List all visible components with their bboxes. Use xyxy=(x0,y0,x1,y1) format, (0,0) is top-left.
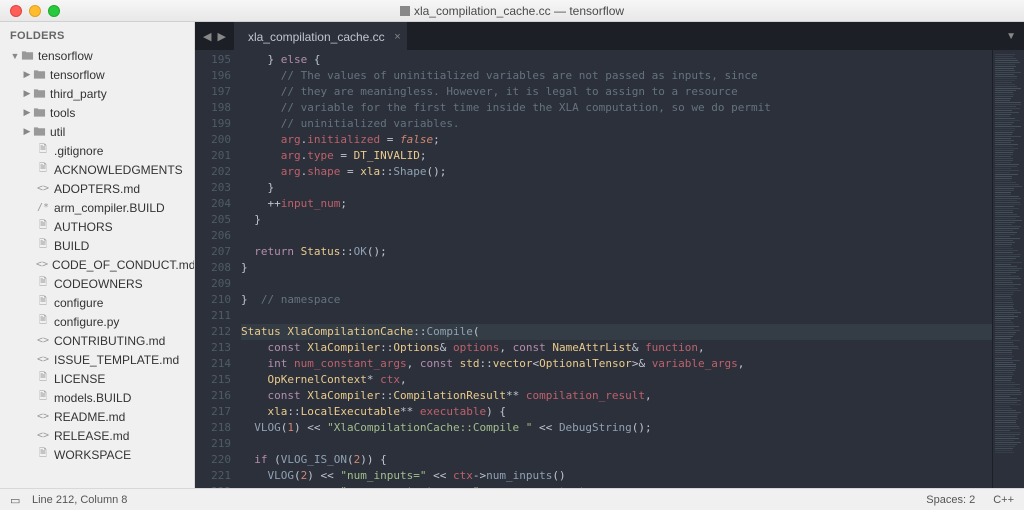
sidebar-file[interactable]: <> CONTRIBUTING.md xyxy=(0,331,194,350)
sidebar-file[interactable]: 🗎 LICENSE xyxy=(0,369,194,388)
sidebar-folder[interactable]: ▶ tensorflow xyxy=(0,65,194,84)
indent-setting[interactable]: Spaces: 2 xyxy=(926,494,975,506)
file-label: RELEASE.md xyxy=(54,429,129,443)
sidebar-file[interactable]: 🗎 ACKNOWLEDGMENTS xyxy=(0,160,194,179)
file-icon: 🗎 xyxy=(36,449,50,461)
file-label: models.BUILD xyxy=(54,391,131,405)
sidebar-folder[interactable]: ▶ third_party xyxy=(0,84,194,103)
file-label: ADOPTERS.md xyxy=(54,182,140,196)
folder-icon xyxy=(32,88,46,100)
sidebar-file[interactable]: 🗎 .gitignore xyxy=(0,141,194,160)
sidebar-file[interactable]: 🗎 configure.py xyxy=(0,312,194,331)
file-icon: 🗎 xyxy=(36,373,50,385)
sidebar-file[interactable]: 🗎 configure xyxy=(0,293,194,312)
file-icon: 🗎 xyxy=(36,240,50,252)
file-icon: <> xyxy=(36,411,50,423)
file-icon: <> xyxy=(36,259,48,271)
file-label: BUILD xyxy=(54,239,89,253)
folder-label: tensorflow xyxy=(50,68,105,82)
file-icon: 🗎 xyxy=(36,297,50,309)
statusbar: ▭ Line 212, Column 8 Spaces: 2 C++ xyxy=(0,488,1024,510)
sidebar-file[interactable]: 🗎 AUTHORS xyxy=(0,217,194,236)
file-label: README.md xyxy=(54,410,125,424)
tab-nav-fwd[interactable]: ▶ xyxy=(215,30,227,43)
chevron-right-icon: ▶ xyxy=(22,126,32,137)
folder-icon xyxy=(32,126,46,138)
file-label: CONTRIBUTING.md xyxy=(54,334,165,348)
close-icon[interactable]: × xyxy=(394,31,400,43)
window-title-text: xla_compilation_cache.cc — tensorflow xyxy=(414,4,624,18)
window-title: xla_compilation_cache.cc — tensorflow xyxy=(0,4,1024,18)
minimap[interactable] xyxy=(992,50,1024,488)
tab-nav: ◀ ▶ xyxy=(195,22,234,50)
sidebar-file[interactable]: 🗎 CODEOWNERS xyxy=(0,274,194,293)
chevron-down-icon: ▼ xyxy=(10,51,20,61)
sidebar-file[interactable]: <> CODE_OF_CONDUCT.md xyxy=(0,255,194,274)
file-icon: 🗎 xyxy=(36,145,50,157)
sidebar-file[interactable]: <> README.md xyxy=(0,407,194,426)
file-label: WORKSPACE xyxy=(54,448,131,462)
sidebar-root[interactable]: ▼ tensorflow xyxy=(0,46,194,65)
panel-icon[interactable]: ▭ xyxy=(10,494,24,506)
editor: ◀ ▶ xla_compilation_cache.cc × ▼ 1951961… xyxy=(195,22,1024,488)
file-icon: 🗎 xyxy=(36,278,50,290)
sidebar-file[interactable]: 🗎 BUILD xyxy=(0,236,194,255)
folder-label: tensorflow xyxy=(38,49,93,63)
folders-header: FOLDERS xyxy=(0,26,194,46)
chevron-right-icon: ▶ xyxy=(22,88,32,99)
chevron-right-icon: ▶ xyxy=(22,107,32,118)
sidebar-file[interactable]: 🗎 models.BUILD xyxy=(0,388,194,407)
folder-icon xyxy=(32,69,46,81)
sidebar-file[interactable]: 🗎 WORKSPACE xyxy=(0,445,194,464)
tab-active[interactable]: xla_compilation_cache.cc × xyxy=(234,22,407,50)
gutter: 1951961971981992002012022032042052062072… xyxy=(195,50,237,488)
file-icon: <> xyxy=(36,430,50,442)
file-label: .gitignore xyxy=(54,144,103,158)
tab-dropdown[interactable]: ▼ xyxy=(998,22,1024,50)
file-label: LICENSE xyxy=(54,372,105,386)
file-icon: <> xyxy=(36,183,50,195)
folder-icon xyxy=(20,50,34,62)
file-label: ACKNOWLEDGMENTS xyxy=(54,163,183,177)
file-label: CODE_OF_CONDUCT.md xyxy=(52,258,195,272)
cursor-position[interactable]: Line 212, Column 8 xyxy=(32,494,127,506)
sidebar-file[interactable]: <> ADOPTERS.md xyxy=(0,179,194,198)
titlebar: xla_compilation_cache.cc — tensorflow xyxy=(0,0,1024,22)
file-label: configure xyxy=(54,296,103,310)
file-icon: 🗎 xyxy=(36,164,50,176)
sidebar-file[interactable]: <> RELEASE.md xyxy=(0,426,194,445)
file-label: CODEOWNERS xyxy=(54,277,143,291)
file-icon: <> xyxy=(36,335,50,347)
tabbar: ◀ ▶ xla_compilation_cache.cc × ▼ xyxy=(195,22,1024,50)
file-icon: /* xyxy=(36,202,50,214)
chevron-right-icon: ▶ xyxy=(22,69,32,80)
file-label: configure.py xyxy=(54,315,119,329)
sidebar-file[interactable]: <> ISSUE_TEMPLATE.md xyxy=(0,350,194,369)
tab-label: xla_compilation_cache.cc xyxy=(248,30,385,44)
file-label: arm_compiler.BUILD xyxy=(54,201,165,215)
sidebar-folder[interactable]: ▶ util xyxy=(0,122,194,141)
folder-icon xyxy=(32,107,46,119)
folder-label: util xyxy=(50,125,65,139)
tab-nav-back[interactable]: ◀ xyxy=(201,30,213,43)
language-mode[interactable]: C++ xyxy=(993,494,1014,506)
folder-label: third_party xyxy=(50,87,107,101)
folder-label: tools xyxy=(50,106,75,120)
file-label: ISSUE_TEMPLATE.md xyxy=(54,353,179,367)
file-icon xyxy=(400,6,410,16)
file-icon: 🗎 xyxy=(36,221,50,233)
sidebar-file[interactable]: /* arm_compiler.BUILD xyxy=(0,198,194,217)
sidebar-folder[interactable]: ▶ tools xyxy=(0,103,194,122)
file-icon: 🗎 xyxy=(36,392,50,404)
file-icon: 🗎 xyxy=(36,316,50,328)
file-label: AUTHORS xyxy=(54,220,113,234)
code-view[interactable]: } else { // The values of uninitialized … xyxy=(237,50,992,488)
file-icon: <> xyxy=(36,354,50,366)
sidebar: FOLDERS ▼ tensorflow ▶ tensorflow ▶ third_p… xyxy=(0,22,195,488)
